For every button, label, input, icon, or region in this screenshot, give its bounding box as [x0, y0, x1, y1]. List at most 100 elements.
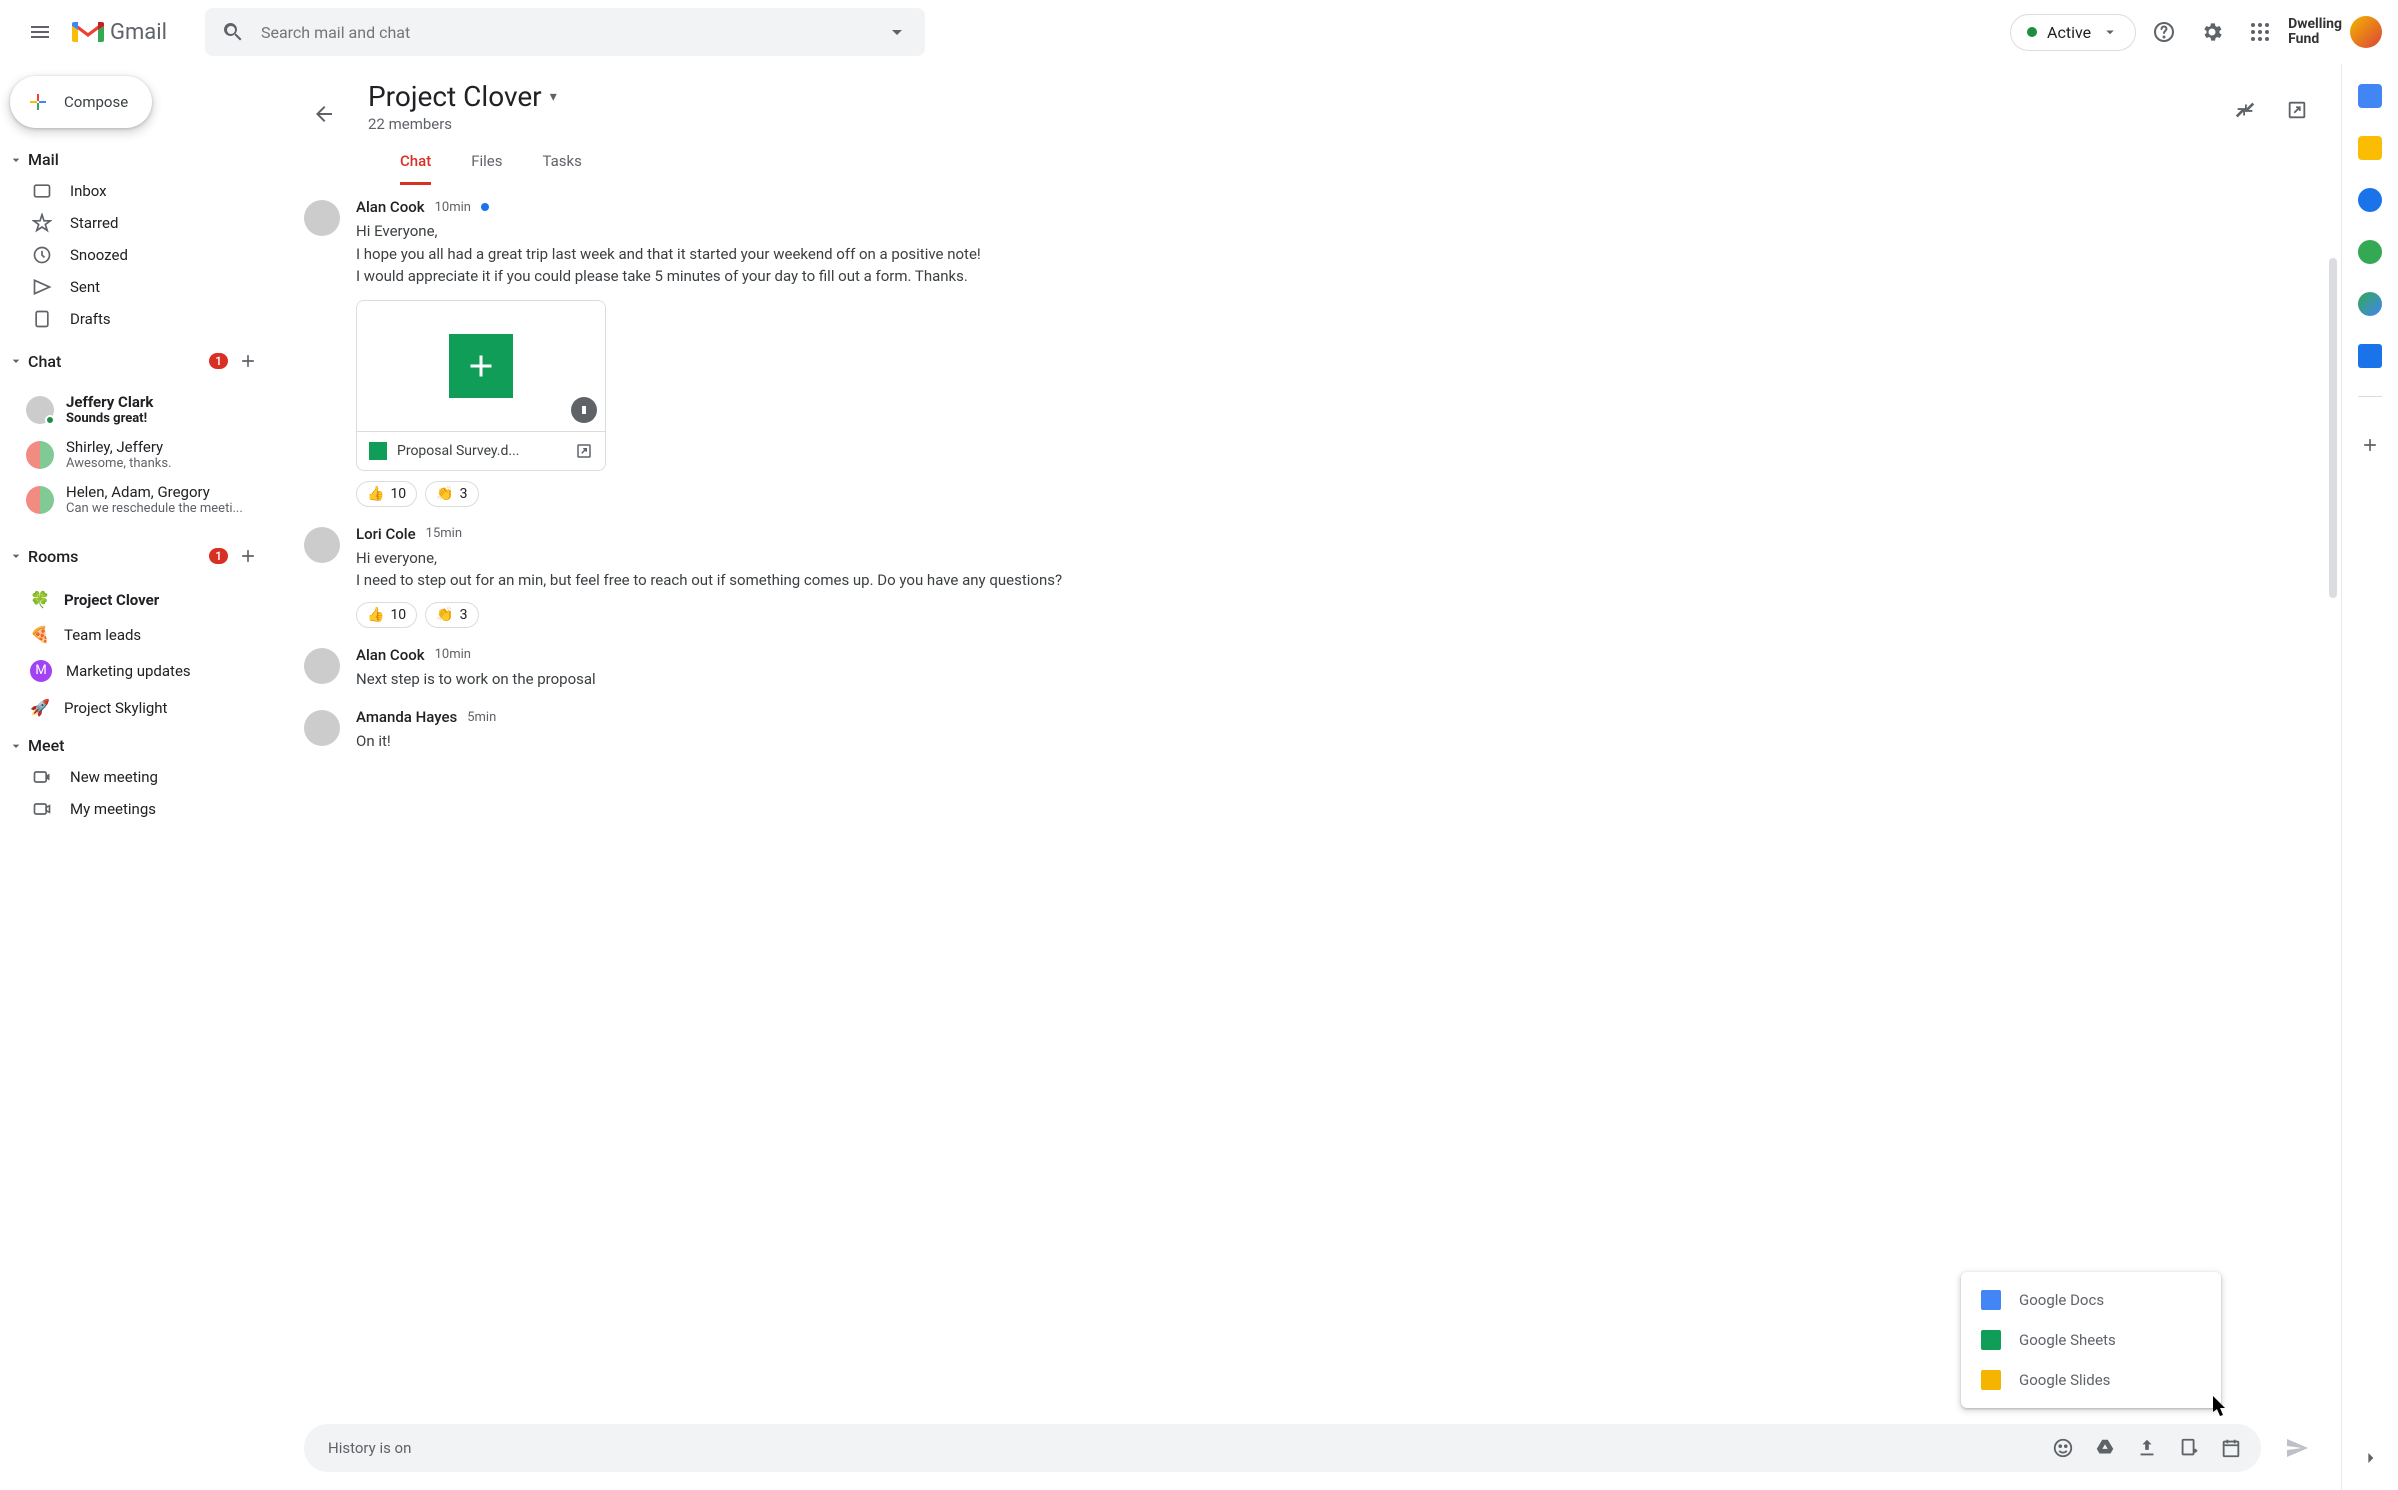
mail-section-header[interactable]: Mail [0, 144, 280, 175]
upload-button[interactable] [2129, 1430, 2165, 1466]
app-icon [1981, 1330, 2001, 1350]
reaction-emoji: 👏 [436, 486, 453, 502]
room-list-item[interactable]: 🍀Project Clover [0, 582, 280, 617]
emoji-button[interactable] [2045, 1430, 2081, 1466]
room-list-item[interactable]: 🚀Project Skylight [0, 690, 280, 722]
app-icon [1981, 1370, 2001, 1390]
tab-chat[interactable]: Chat [400, 152, 431, 185]
message-composer[interactable]: History is on [304, 1424, 2261, 1472]
drive-icon [2094, 1437, 2116, 1459]
plus-icon [238, 351, 258, 371]
meet-nav-item[interactable]: My meetings [0, 793, 280, 825]
attachment-type-icon [571, 397, 597, 423]
collapse-button[interactable] [2225, 90, 2265, 130]
room-title[interactable]: Project Clover ▾ [368, 80, 2201, 113]
create-menu-item[interactable]: Google Sheets [1961, 1320, 2221, 1360]
tab-files[interactable]: Files [471, 152, 502, 185]
chat-list-item[interactable]: Jeffery Clark Sounds great! [0, 387, 280, 432]
mail-nav-item[interactable]: Starred [0, 207, 280, 239]
settings-button[interactable] [2192, 12, 2232, 52]
chat-section-header[interactable]: Chat 1 [0, 335, 280, 387]
apps-button[interactable] [2240, 12, 2280, 52]
room-list-item[interactable]: MMarketing updates [0, 652, 280, 690]
composer-placeholder: History is on [328, 1439, 2039, 1457]
nav-label: Inbox [70, 182, 268, 200]
attachment-name: Proposal Survey.d... [397, 443, 565, 459]
reaction-chip[interactable]: 👏3 [425, 602, 478, 628]
tab-tasks[interactable]: Tasks [543, 152, 582, 185]
new-room-button[interactable] [228, 536, 268, 576]
message-text: Hi everyone,I need to step out for an mi… [356, 547, 2281, 592]
message-time: 15min [426, 526, 462, 541]
message-list[interactable]: Alan Cook10minHi Everyone,I hope you all… [280, 186, 2341, 1412]
chat-section-title: Chat [28, 352, 203, 371]
new-chat-button[interactable] [228, 341, 268, 381]
search-bar[interactable] [205, 8, 925, 56]
back-button[interactable] [304, 94, 344, 134]
chat-preview: Awesome, thanks. [66, 456, 268, 471]
meet-nav-item[interactable]: New meeting [0, 761, 280, 793]
chat-name: Jeffery Clark [66, 393, 268, 411]
main-menu-button[interactable] [16, 8, 64, 56]
reaction-emoji: 👍 [367, 486, 384, 502]
search-options-icon[interactable] [885, 20, 909, 44]
hide-panel-button[interactable] [2350, 1438, 2390, 1478]
people-app-icon[interactable] [2358, 344, 2382, 368]
scrollbar[interactable] [2329, 258, 2337, 598]
contacts-app-icon[interactable] [2358, 240, 2382, 264]
nav-icon [32, 309, 52, 329]
reaction-chip[interactable]: 👍10 [356, 602, 417, 628]
rooms-badge: 1 [209, 548, 228, 564]
mail-section-title: Mail [28, 150, 268, 169]
arrow-back-icon [312, 102, 336, 126]
attachment-card[interactable]: Proposal Survey.d... [356, 300, 606, 471]
create-doc-button[interactable] [2171, 1430, 2207, 1466]
create-menu-item[interactable]: Google Slides [1961, 1360, 2221, 1400]
gmail-logo[interactable]: Gmail [72, 20, 167, 45]
chat-name: Shirley, Jeffery [66, 438, 268, 456]
keep-app-icon[interactable] [2358, 136, 2382, 160]
create-menu-item[interactable]: Google Docs [1961, 1280, 2221, 1320]
tasks-app-icon[interactable] [2358, 188, 2382, 212]
nav-label: My meetings [70, 800, 268, 818]
app-name: Gmail [110, 20, 167, 45]
send-button[interactable] [2277, 1428, 2317, 1468]
mail-nav-item[interactable]: Inbox [0, 175, 280, 207]
reaction-chip[interactable]: 👍10 [356, 481, 417, 507]
chat-list-item[interactable]: Helen, Adam, Gregory Can we reschedule t… [0, 477, 280, 522]
chevron-down-icon: ▾ [550, 89, 557, 105]
nav-label: Starred [70, 214, 268, 232]
account-avatar[interactable] [2350, 16, 2382, 48]
room-list-item[interactable]: 🍕Team leads [0, 617, 280, 652]
add-app-button[interactable] [2350, 425, 2390, 465]
message-time: 5min [467, 710, 496, 725]
message-time: 10min [435, 200, 471, 215]
message-author: Amanda Hayes [356, 708, 457, 726]
mail-nav-item[interactable]: Sent [0, 271, 280, 303]
rooms-section-header[interactable]: Rooms 1 [0, 530, 280, 582]
meet-section-header[interactable]: Meet [0, 730, 280, 761]
menu-item-label: Google Slides [2019, 1371, 2110, 1389]
support-button[interactable] [2144, 12, 2184, 52]
compose-button[interactable]: Compose [10, 76, 152, 128]
message: Lori Cole15minHi everyone,I need to step… [304, 525, 2281, 628]
avatar [304, 200, 340, 236]
compose-label: Compose [64, 93, 128, 111]
upload-icon [2136, 1437, 2158, 1459]
calendar-app-icon[interactable] [2358, 84, 2382, 108]
chat-list-item[interactable]: Shirley, Jeffery Awesome, thanks. [0, 432, 280, 477]
mail-nav-item[interactable]: Drafts [0, 303, 280, 335]
search-input[interactable] [261, 23, 869, 42]
reaction-chip[interactable]: 👏3 [425, 481, 478, 507]
open-in-new-icon[interactable] [575, 442, 593, 460]
drive-button[interactable] [2087, 1430, 2123, 1466]
caret-down-icon [8, 353, 24, 369]
chevron-right-icon [2360, 1448, 2380, 1468]
room-tabs: Chat Files Tasks [280, 134, 2341, 186]
maps-app-icon[interactable] [2358, 292, 2382, 316]
mail-nav-item[interactable]: Snoozed [0, 239, 280, 271]
status-pill[interactable]: Active [2010, 14, 2136, 51]
calendar-button[interactable] [2213, 1430, 2249, 1466]
open-new-window-button[interactable] [2277, 90, 2317, 130]
help-icon [2152, 20, 2176, 44]
